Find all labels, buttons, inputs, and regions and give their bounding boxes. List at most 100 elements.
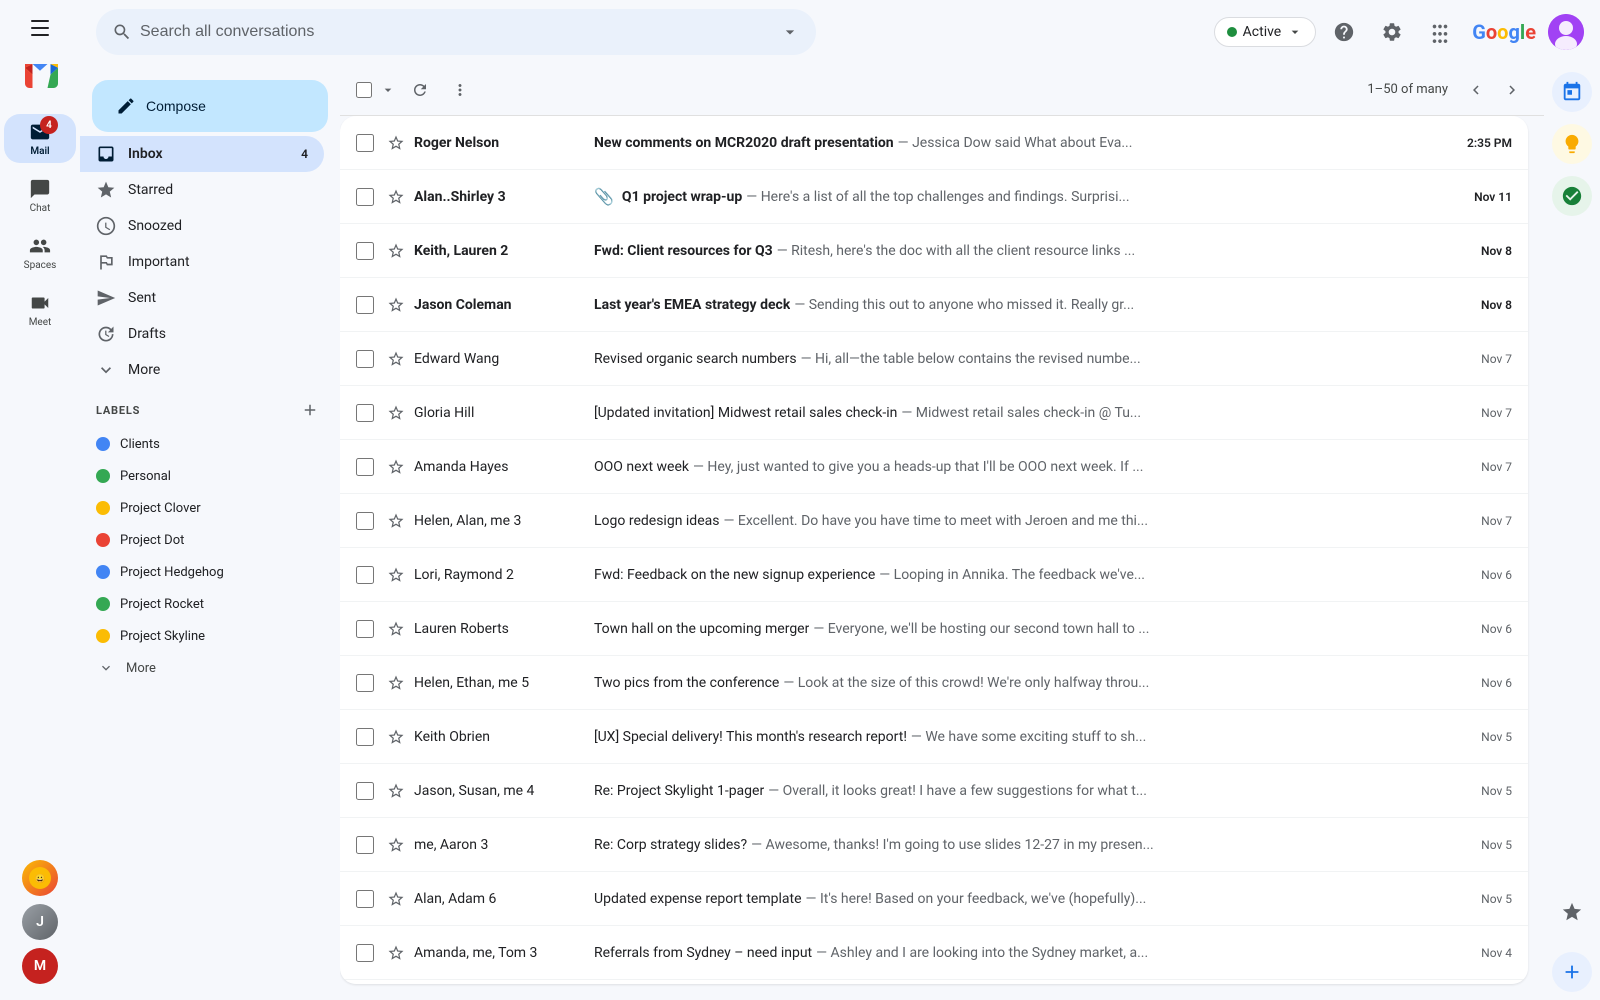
select-all-checkbox[interactable]	[356, 82, 372, 98]
email-checkbox[interactable]	[356, 728, 374, 746]
email-checkbox[interactable]	[356, 296, 374, 314]
prev-page-btn[interactable]	[1460, 74, 1492, 106]
help-btn[interactable]	[1324, 12, 1364, 52]
tasks-icon-btn[interactable]	[1552, 176, 1592, 216]
email-checkbox[interactable]	[356, 674, 374, 692]
email-row[interactable]: Janice Castro Checking in re: Boston Hey…	[340, 980, 1528, 984]
user-avatar[interactable]	[1548, 14, 1584, 50]
label-item-project-rocket[interactable]: Project Rocket	[80, 588, 324, 620]
email-checkbox[interactable]	[356, 944, 374, 962]
star-btn[interactable]	[382, 453, 410, 481]
star-btn[interactable]	[382, 129, 410, 157]
email-row[interactable]: Alan, Adam 6 Updated expense report temp…	[340, 872, 1528, 926]
email-row[interactable]: Alan..Shirley 3 📎 Q1 project wrap-up Her…	[340, 170, 1528, 224]
email-row[interactable]: me, Aaron 3 Re: Corp strategy slides? Aw…	[340, 818, 1528, 872]
label-item-personal[interactable]: Personal	[80, 460, 324, 492]
email-row[interactable]: Lori, Raymond 2 Fwd: Feedback on the new…	[340, 548, 1528, 602]
star-btn[interactable]	[382, 345, 410, 373]
starred-nav-item[interactable]: Starred	[80, 172, 324, 208]
add-label-btn[interactable]	[296, 396, 324, 424]
more-options-btn[interactable]	[444, 74, 476, 106]
email-time: Nov 6	[1452, 622, 1512, 636]
search-dropdown-icon[interactable]	[780, 22, 800, 42]
email-checkbox[interactable]	[356, 890, 374, 908]
email-checkbox[interactable]	[356, 350, 374, 368]
email-checkbox[interactable]	[356, 188, 374, 206]
star-btn[interactable]	[382, 831, 410, 859]
email-row[interactable]: Lauren Roberts Town hall on the upcoming…	[340, 602, 1528, 656]
refresh-btn[interactable]	[404, 74, 436, 106]
active-status-btn[interactable]: Active	[1214, 17, 1317, 47]
sent-nav-item[interactable]: Sent	[80, 280, 324, 316]
email-row[interactable]: Keith Obrien [UX] Special delivery! This…	[340, 710, 1528, 764]
settings-btn[interactable]	[1372, 12, 1412, 52]
email-row[interactable]: Helen, Ethan, me 5 Two pics from the con…	[340, 656, 1528, 710]
email-time: Nov 7	[1452, 460, 1512, 474]
email-row[interactable]: Roger Nelson New comments on MCR2020 dra…	[340, 116, 1528, 170]
star-icon-btn[interactable]	[1552, 892, 1592, 932]
star-btn[interactable]	[382, 885, 410, 913]
search-input[interactable]	[140, 23, 772, 41]
avatar-1[interactable]: 😀	[22, 860, 58, 896]
email-checkbox[interactable]	[356, 458, 374, 476]
avatar-3[interactable]: M	[22, 948, 58, 984]
email-row[interactable]: Amanda Hayes OOO next week Hey, just wan…	[340, 440, 1528, 494]
nav-mail[interactable]: 4 Mail	[4, 114, 76, 163]
star-btn[interactable]	[382, 237, 410, 265]
email-row[interactable]: Gloria Hill [Updated invitation] Midwest…	[340, 386, 1528, 440]
drafts-nav-item[interactable]: Drafts	[80, 316, 324, 352]
star-btn[interactable]	[382, 615, 410, 643]
label-item-project-hedgehog[interactable]: Project Hedgehog	[80, 556, 324, 588]
email-checkbox[interactable]	[356, 620, 374, 638]
more-nav-item[interactable]: More	[80, 352, 324, 388]
email-checkbox[interactable]	[356, 134, 374, 152]
email-checkbox[interactable]	[356, 566, 374, 584]
nav-spaces[interactable]: Spaces	[4, 228, 76, 277]
avatar-2[interactable]: J	[22, 904, 58, 940]
email-row[interactable]: Helen, Alan, me 3 Logo redesign ideas Ex…	[340, 494, 1528, 548]
label-item-project-clover[interactable]: Project Clover	[80, 492, 324, 524]
email-checkbox[interactable]	[356, 242, 374, 260]
star-btn[interactable]	[382, 399, 410, 427]
email-row[interactable]: Jason, Susan, me 4 Re: Project Skylight …	[340, 764, 1528, 818]
nav-meet[interactable]: Meet	[4, 285, 76, 334]
star-btn[interactable]	[382, 777, 410, 805]
inbox-nav-item[interactable]: Inbox 4	[80, 136, 324, 172]
email-row[interactable]: Jason Coleman Last year's EMEA strategy …	[340, 278, 1528, 332]
calendar-icon-btn[interactable]	[1552, 72, 1592, 112]
email-subject: Re: Project Skylight 1-pager	[594, 783, 764, 799]
email-checkbox[interactable]	[356, 836, 374, 854]
star-btn[interactable]	[382, 939, 410, 967]
menu-icon[interactable]	[21, 10, 59, 46]
apps-icon	[1429, 21, 1451, 43]
label-item-project-skyline[interactable]: Project Skyline	[80, 620, 324, 652]
label-item-project-dot[interactable]: Project Dot	[80, 524, 324, 556]
label-item-clients[interactable]: Clients	[80, 428, 324, 460]
email-subject: Fwd: Client resources for Q3	[594, 243, 773, 259]
email-preview: Jessica Dow said What about Eva...	[898, 135, 1444, 151]
email-row[interactable]: Keith, Lauren 2 Fwd: Client resources fo…	[340, 224, 1528, 278]
star-btn[interactable]	[382, 507, 410, 535]
select-dropdown-icon[interactable]	[380, 82, 396, 98]
star-btn[interactable]	[382, 291, 410, 319]
star-btn[interactable]	[382, 561, 410, 589]
compose-button[interactable]: Compose	[92, 80, 328, 132]
email-checkbox[interactable]	[356, 512, 374, 530]
email-checkbox[interactable]	[356, 782, 374, 800]
email-row[interactable]: Amanda, me, Tom 3 Referrals from Sydney …	[340, 926, 1528, 980]
keep-icon-btn[interactable]	[1552, 124, 1592, 164]
add-icon-btn[interactable]	[1552, 952, 1592, 992]
labels-more-item[interactable]: More	[80, 652, 340, 684]
next-page-btn[interactable]	[1496, 74, 1528, 106]
search-bar[interactable]	[96, 9, 816, 55]
nav-chat[interactable]: Chat	[4, 171, 76, 220]
apps-btn[interactable]	[1420, 12, 1460, 52]
snoozed-nav-item[interactable]: Snoozed	[80, 208, 324, 244]
email-row[interactable]: Edward Wang Revised organic search numbe…	[340, 332, 1528, 386]
email-checkbox[interactable]	[356, 404, 374, 422]
star-btn[interactable]	[382, 723, 410, 751]
important-nav-item[interactable]: Important	[80, 244, 324, 280]
star-btn[interactable]	[382, 669, 410, 697]
email-time: Nov 7	[1452, 352, 1512, 366]
star-btn[interactable]	[382, 183, 410, 211]
